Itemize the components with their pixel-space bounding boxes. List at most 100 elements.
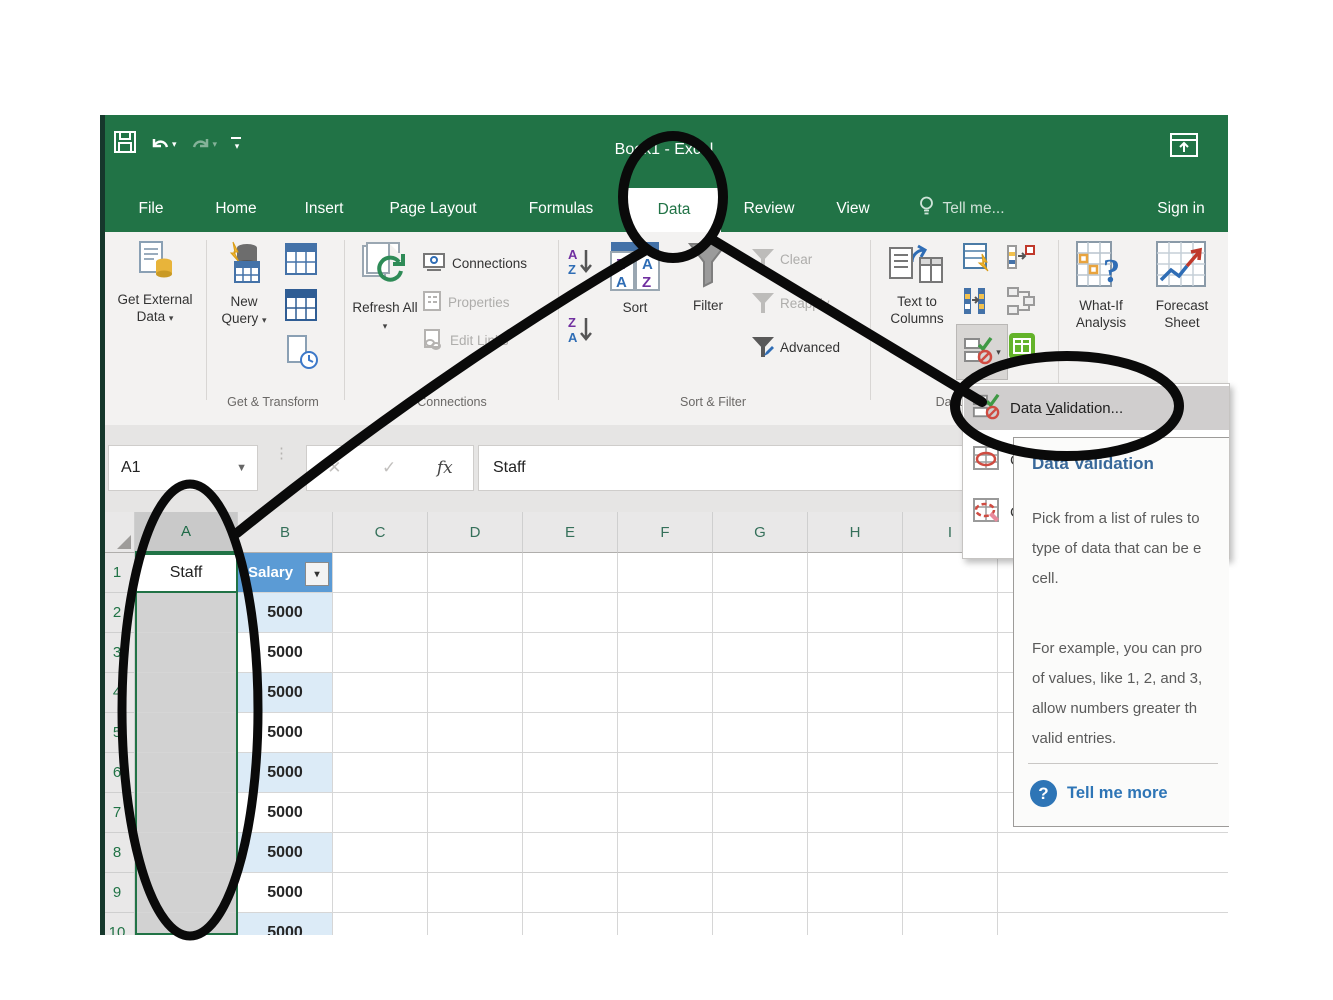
remove-duplicates-icon[interactable] [962,286,992,321]
cell-B10[interactable]: 5000 [238,913,333,935]
cell-E8[interactable] [523,833,618,873]
column-header-A[interactable]: A [135,512,238,553]
cell-G4[interactable] [713,673,808,713]
cell-A10[interactable] [135,913,238,935]
cell-F1[interactable] [618,553,713,593]
text-to-columns-button[interactable]: Text to Columns [876,240,958,327]
new-query-button[interactable]: New Query ▾ [212,240,276,329]
cell-A7[interactable] [135,793,238,833]
cell-I2[interactable] [903,593,998,633]
cell-A3[interactable] [135,633,238,673]
relationships-icon[interactable] [1006,286,1038,321]
cell-F5[interactable] [618,713,713,753]
cell-D7[interactable] [428,793,523,833]
cell-D5[interactable] [428,713,523,753]
ribbon-display-options-icon[interactable] [1170,133,1198,162]
cell-H5[interactable] [808,713,903,753]
cell-F8[interactable] [618,833,713,873]
cell-F3[interactable] [618,633,713,673]
cell-A9[interactable] [135,873,238,913]
cell-B2[interactable]: 5000 [238,593,333,633]
name-box[interactable]: A1 ▼ [108,445,258,491]
cell-F2[interactable] [618,593,713,633]
sort-button[interactable]: ZAAZ Sort [604,240,666,316]
cell-B5[interactable]: 5000 [238,713,333,753]
cell-C10[interactable] [333,913,428,935]
refresh-all-button[interactable]: Refresh All ▾ [352,240,418,335]
tab-formulas[interactable]: Formulas [512,185,610,232]
cell-I6[interactable] [903,753,998,793]
cell-B9[interactable]: 5000 [238,873,333,913]
get-external-data-button[interactable]: Get External Data ▾ [108,240,202,327]
cell-G10[interactable] [713,913,808,935]
row-header-2[interactable]: 2 [100,593,135,633]
tab-data[interactable]: Data [627,188,721,232]
cell-B6[interactable]: 5000 [238,753,333,793]
cell-H10[interactable] [808,913,903,935]
cell-D8[interactable] [428,833,523,873]
column-header-G[interactable]: G [713,512,808,553]
flash-fill-icon[interactable] [962,242,992,277]
sign-in-button[interactable]: Sign in [1146,185,1216,232]
cell-H2[interactable] [808,593,903,633]
cell-G6[interactable] [713,753,808,793]
cell-C7[interactable] [333,793,428,833]
cell-G1[interactable] [713,553,808,593]
tab-insert[interactable]: Insert [290,185,358,232]
cell-D2[interactable] [428,593,523,633]
cell-D3[interactable] [428,633,523,673]
cell-C3[interactable] [333,633,428,673]
cell-I3[interactable] [903,633,998,673]
cell-D1[interactable] [428,553,523,593]
cell-I5[interactable] [903,713,998,753]
cell-G8[interactable] [713,833,808,873]
column-header-D[interactable]: D [428,512,523,553]
cell-F6[interactable] [618,753,713,793]
sort-ascending-button[interactable]: AZ [566,246,596,281]
cancel-entry-icon[interactable]: ✕ [327,458,341,478]
forecast-sheet-button[interactable]: Forecast Sheet [1144,240,1220,331]
cell-A1[interactable]: Staff [135,553,238,593]
cell-E2[interactable] [523,593,618,633]
cell-I8[interactable] [903,833,998,873]
consolidate-icon[interactable] [1006,242,1038,277]
cell-C1[interactable] [333,553,428,593]
edit-links-button[interactable]: Edit Links [422,328,509,353]
cell-C9[interactable] [333,873,428,913]
cell-F9[interactable] [618,873,713,913]
cell-A2[interactable] [135,593,238,633]
cell-E5[interactable] [523,713,618,753]
confirm-entry-icon[interactable]: ✓ [382,458,396,478]
cell-B3[interactable]: 5000 [238,633,333,673]
advanced-filter-button[interactable]: Advanced [752,336,840,358]
cell-F4[interactable] [618,673,713,713]
row-header-1[interactable]: 1 [100,553,135,593]
cell-G3[interactable] [713,633,808,673]
row-header-8[interactable]: 8 [100,833,135,873]
data-validation-ribbon-button[interactable]: ▾ [956,324,1008,380]
cell-H1[interactable] [808,553,903,593]
reapply-filter-button[interactable]: Reapply [752,292,830,314]
properties-button[interactable]: Properties [422,290,510,315]
cell-E3[interactable] [523,633,618,673]
cell-G9[interactable] [713,873,808,913]
cell-I10[interactable] [903,913,998,935]
row-header-3[interactable]: 3 [100,633,135,673]
cell-D4[interactable] [428,673,523,713]
row-header-6[interactable]: 6 [100,753,135,793]
column-header-F[interactable]: F [618,512,713,553]
cell-E1[interactable] [523,553,618,593]
cell-C8[interactable] [333,833,428,873]
insert-function-icon[interactable]: fx [437,458,453,478]
cell-D9[interactable] [428,873,523,913]
cell-G7[interactable] [713,793,808,833]
tab-file[interactable]: File [120,185,182,232]
cell-H4[interactable] [808,673,903,713]
row-header-7[interactable]: 7 [100,793,135,833]
filter-dropdown-icon[interactable]: ▾ [305,562,329,586]
cell-A6[interactable] [135,753,238,793]
sort-descending-button[interactable]: ZA [566,314,596,349]
cell-C6[interactable] [333,753,428,793]
cell-D6[interactable] [428,753,523,793]
cell-H8[interactable] [808,833,903,873]
